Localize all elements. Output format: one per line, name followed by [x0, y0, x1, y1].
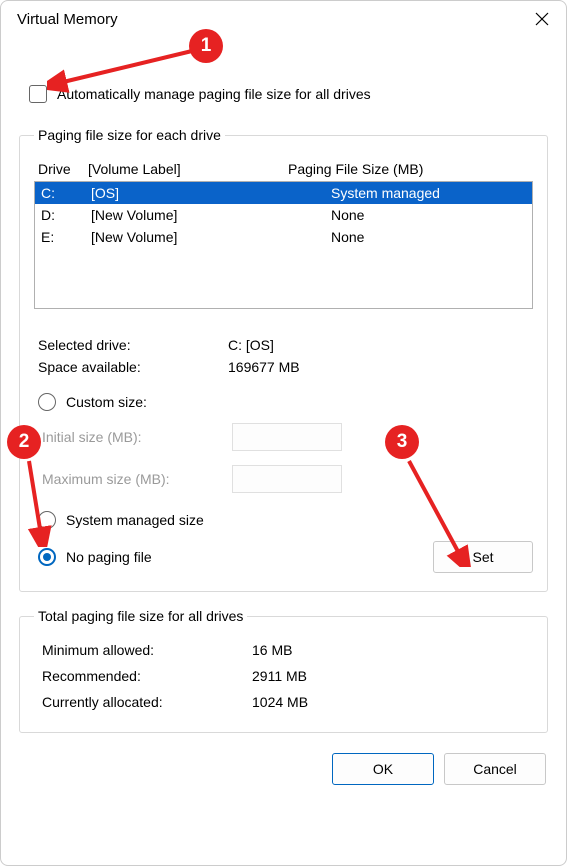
header-pfs: Paging File Size (MB): [288, 161, 529, 177]
annotation-badge-2: 2: [7, 425, 41, 459]
system-managed-label: System managed size: [66, 512, 204, 528]
annotation-badge-1: 1: [189, 29, 223, 63]
max-size-input: [232, 465, 342, 493]
drive-row[interactable]: C: [OS] System managed: [35, 182, 532, 204]
drive-pfs: None: [331, 229, 526, 245]
totals-fieldset: Total paging file size for all drives Mi…: [19, 608, 548, 733]
close-button[interactable]: [532, 9, 552, 29]
drive-letter: C:: [41, 185, 91, 201]
drive-pfs: None: [331, 207, 526, 223]
max-size-label: Maximum size (MB):: [42, 471, 212, 487]
min-label: Minimum allowed:: [42, 642, 252, 658]
automanage-label: Automatically manage paging file size fo…: [57, 86, 371, 102]
drive-row[interactable]: E: [New Volume] None: [35, 226, 532, 248]
set-button[interactable]: Set: [433, 541, 533, 573]
drive-pfs: System managed: [331, 185, 526, 201]
paging-legend: Paging file size for each drive: [34, 127, 225, 143]
drive-list[interactable]: C: [OS] System managed D: [New Volume] N…: [34, 181, 533, 309]
selected-drive-value: C: [OS]: [228, 337, 533, 353]
rec-value: 2911 MB: [252, 668, 529, 684]
drive-volume: [New Volume]: [91, 207, 331, 223]
selected-drive-label: Selected drive:: [38, 337, 228, 353]
drive-row[interactable]: D: [New Volume] None: [35, 204, 532, 226]
header-drive: Drive: [38, 161, 88, 177]
automanage-checkbox[interactable]: [29, 85, 47, 103]
initial-size-label: Initial size (MB):: [42, 429, 212, 445]
cancel-button[interactable]: Cancel: [444, 753, 546, 785]
space-label: Space available:: [38, 359, 228, 375]
cur-label: Currently allocated:: [42, 694, 252, 710]
drive-volume: [New Volume]: [91, 229, 331, 245]
no-paging-label: No paging file: [66, 549, 152, 565]
drive-list-header: Drive [Volume Label] Paging File Size (M…: [34, 155, 533, 181]
cur-value: 1024 MB: [252, 694, 529, 710]
custom-size-label: Custom size:: [66, 394, 147, 410]
system-managed-radio[interactable]: [38, 511, 56, 529]
totals-legend: Total paging file size for all drives: [34, 608, 247, 624]
close-icon: [535, 12, 549, 26]
rec-label: Recommended:: [42, 668, 252, 684]
ok-button[interactable]: OK: [332, 753, 434, 785]
drive-volume: [OS]: [91, 185, 331, 201]
custom-size-radio[interactable]: [38, 393, 56, 411]
paging-fieldset: Paging file size for each drive Drive [V…: [19, 127, 548, 592]
header-volume: [Volume Label]: [88, 161, 288, 177]
initial-size-input: [232, 423, 342, 451]
window-title: Virtual Memory: [17, 11, 118, 28]
space-value: 169677 MB: [228, 359, 533, 375]
drive-letter: E:: [41, 229, 91, 245]
drive-letter: D:: [41, 207, 91, 223]
min-value: 16 MB: [252, 642, 529, 658]
no-paging-radio[interactable]: [38, 548, 56, 566]
annotation-badge-3: 3: [385, 425, 419, 459]
